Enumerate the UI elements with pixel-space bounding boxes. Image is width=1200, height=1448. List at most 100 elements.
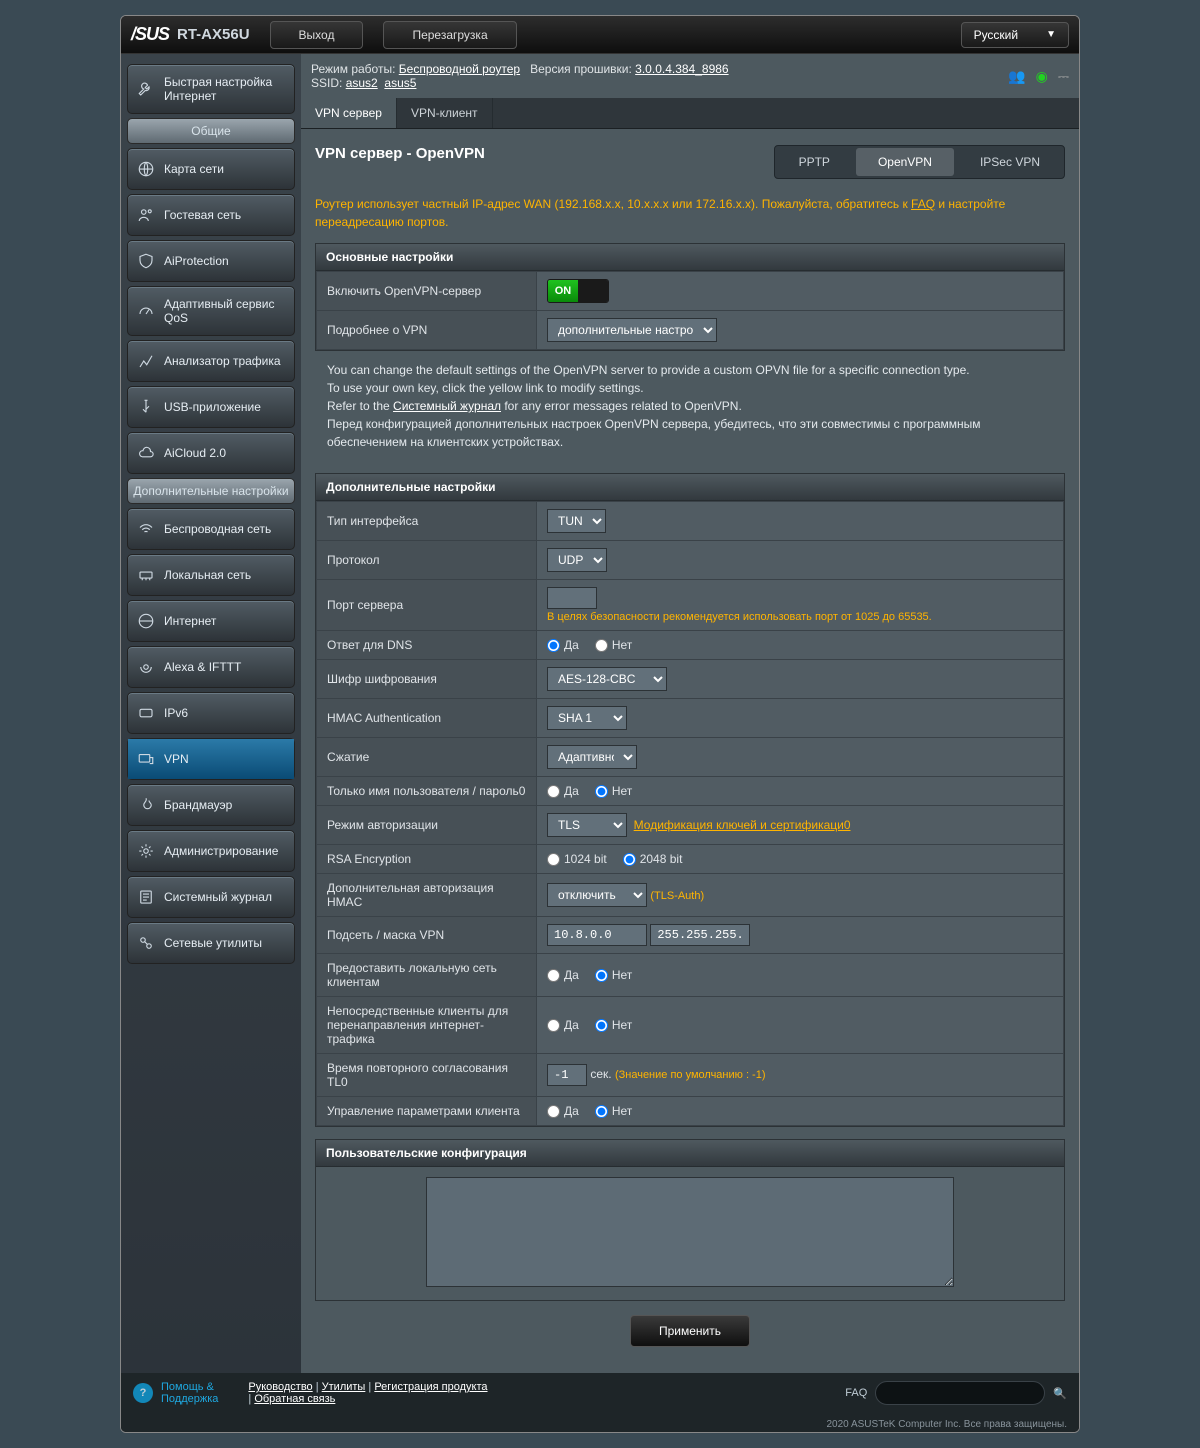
sidebar-traffic[interactable]: Анализатор трафика <box>128 341 294 381</box>
wifi-icon <box>136 519 156 539</box>
auth-select[interactable]: TLS <box>547 813 627 837</box>
info-note: You can change the default settings of t… <box>315 351 1065 461</box>
subnet-input[interactable] <box>547 924 647 946</box>
sidebar-wireless[interactable]: Беспроводная сеть <box>128 509 294 549</box>
redirect-no[interactable]: Нет <box>595 1018 632 1032</box>
tab-openvpn[interactable]: OpenVPN <box>856 148 954 176</box>
faq-search-input[interactable] <box>875 1381 1045 1405</box>
sidebar-qos[interactable]: Адаптивный сервис QoS <box>128 287 294 335</box>
tlsauth-select[interactable]: отключить <box>547 883 647 907</box>
sidebar-netmap[interactable]: Карта сети <box>128 149 294 189</box>
port-input[interactable] <box>547 587 597 609</box>
tab-vpn-client[interactable]: VPN-клиент <box>397 98 493 128</box>
ipv6-icon <box>136 703 156 723</box>
comp-select[interactable]: Адаптивное <box>547 745 637 769</box>
reneg-input[interactable] <box>547 1064 587 1086</box>
sidebar: Быстрая настройка Интернет Общие Карта с… <box>121 54 301 1373</box>
app-frame: /SUS RT-AX56U Выход Перезагрузка Русский… <box>120 15 1080 1433</box>
fw-link[interactable]: 3.0.0.4.384_8986 <box>635 62 728 76</box>
mgmt-no[interactable]: Нет <box>595 1104 632 1118</box>
tab-vpn-server[interactable]: VPN сервер <box>301 98 397 128</box>
reboot-button[interactable]: Перезагрузка <box>383 21 516 49</box>
lan-icon <box>136 565 156 585</box>
faq-link[interactable]: FAQ <box>911 197 935 211</box>
users-icon <box>136 205 156 225</box>
footer-feedback[interactable]: Обратная связь <box>254 1393 335 1405</box>
globe-icon <box>136 611 156 631</box>
proto-select[interactable]: UDP <box>547 548 607 572</box>
language-selector[interactable]: Русский▼ <box>961 22 1069 48</box>
vpn-tabs: VPN сервер VPN-клиент <box>301 98 1079 129</box>
userconfig-textarea[interactable] <box>426 1177 954 1287</box>
iface-select[interactable]: TUN <box>547 509 606 533</box>
status-led-icon[interactable]: ◉ <box>1036 68 1048 85</box>
enable-toggle[interactable]: ON <box>547 279 609 303</box>
sidebar-firewall[interactable]: Брандмауэр <box>128 785 294 825</box>
rsa-1024[interactable]: 1024 bit <box>547 852 607 866</box>
content: Режим работы: Беспроводной роутер Версия… <box>301 54 1079 1373</box>
tab-ipsec[interactable]: IPSec VPN <box>958 148 1062 176</box>
hmac-select[interactable]: SHA 1 <box>547 706 627 730</box>
footer: ? Помощь &Поддержка Руководство | Утилит… <box>121 1373 1079 1413</box>
sidebar-admin[interactable]: Администрирование <box>128 831 294 871</box>
sidebar-aiprotection[interactable]: AiProtection <box>128 241 294 281</box>
nav-header-general: Общие <box>127 118 295 144</box>
sidebar-aicloud[interactable]: AiCloud 2.0 <box>128 433 294 473</box>
clients-icon[interactable]: 👥 <box>1008 68 1025 85</box>
globe-icon <box>136 159 156 179</box>
sidebar-lan[interactable]: Локальная сеть <box>128 555 294 595</box>
usb-status-icon[interactable]: ⎓ <box>1058 68 1069 85</box>
ssid2-link[interactable]: asus5 <box>384 76 416 90</box>
keys-link[interactable]: Модификация ключей и сертификаци0 <box>634 818 851 832</box>
tab-pptp[interactable]: PPTP <box>777 148 852 176</box>
cloud-icon <box>136 443 156 463</box>
vpn-icon <box>136 749 156 769</box>
dns-no[interactable]: Нет <box>595 638 632 652</box>
sidebar-syslog[interactable]: Системный журнал <box>128 877 294 917</box>
brand-logo: /SUS <box>131 24 169 45</box>
pushlan-no[interactable]: Нет <box>595 968 632 982</box>
ssid1-link[interactable]: asus2 <box>346 76 378 90</box>
gear-icon <box>136 841 156 861</box>
footer-register[interactable]: Регистрация продукта <box>374 1381 487 1393</box>
sidebar-usb[interactable]: USB-приложение <box>128 387 294 427</box>
useronly-yes[interactable]: Да <box>547 784 579 798</box>
sidebar-wan[interactable]: Интернет <box>128 601 294 641</box>
sidebar-guest[interactable]: Гостевая сеть <box>128 195 294 235</box>
wan-warning: Роутер использует частный IP-адрес WAN (… <box>315 179 1065 231</box>
sidebar-alexa[interactable]: Alexa & IFTTT <box>128 647 294 687</box>
footer-manual[interactable]: Руководство <box>248 1381 312 1393</box>
fire-icon <box>136 795 156 815</box>
wrench-icon <box>136 79 156 99</box>
mask-input[interactable] <box>650 924 750 946</box>
footer-faq[interactable]: FAQ <box>845 1387 867 1399</box>
cipher-select[interactable]: AES-128-CBC <box>547 667 667 691</box>
syslog-link[interactable]: Системный журнал <box>393 399 501 413</box>
section-basic: Основные настройки Включить OpenVPN-серв… <box>315 243 1065 351</box>
rsa-2048[interactable]: 2048 bit <box>623 852 683 866</box>
help-icon[interactable]: ? <box>133 1383 153 1403</box>
redirect-yes[interactable]: Да <box>547 1018 579 1032</box>
pushlan-yes[interactable]: Да <box>547 968 579 982</box>
vpn-proto-tabs: PPTP OpenVPN IPSec VPN <box>774 145 1065 179</box>
apply-button[interactable]: Применить <box>630 1315 750 1347</box>
model-name: RT-AX56U <box>177 26 250 43</box>
dns-yes[interactable]: Да <box>547 638 579 652</box>
sidebar-nettools[interactable]: Сетевые утилиты <box>128 923 294 963</box>
voice-icon <box>136 657 156 677</box>
usb-icon <box>136 397 156 417</box>
details-select[interactable]: дополнительные настройки <box>547 318 717 342</box>
mgmt-yes[interactable]: Да <box>547 1104 579 1118</box>
section-userconfig: Пользовательские конфигурация <box>315 1139 1065 1301</box>
sidebar-qis[interactable]: Быстрая настройка Интернет <box>128 65 294 113</box>
logout-button[interactable]: Выход <box>270 21 364 49</box>
nav-header-advanced: Дополнительные настройки <box>127 478 295 504</box>
footer-utility[interactable]: Утилиты <box>322 1381 366 1393</box>
sidebar-vpn[interactable]: VPN <box>128 739 294 779</box>
useronly-no[interactable]: Нет <box>595 784 632 798</box>
opmode-link[interactable]: Беспроводной роутер <box>399 62 520 76</box>
sidebar-ipv6[interactable]: IPv6 <box>128 693 294 733</box>
search-icon[interactable]: 🔍 <box>1053 1387 1067 1400</box>
section-advanced: Дополнительные настройки Тип интерфейсаT… <box>315 473 1065 1127</box>
log-icon <box>136 887 156 907</box>
